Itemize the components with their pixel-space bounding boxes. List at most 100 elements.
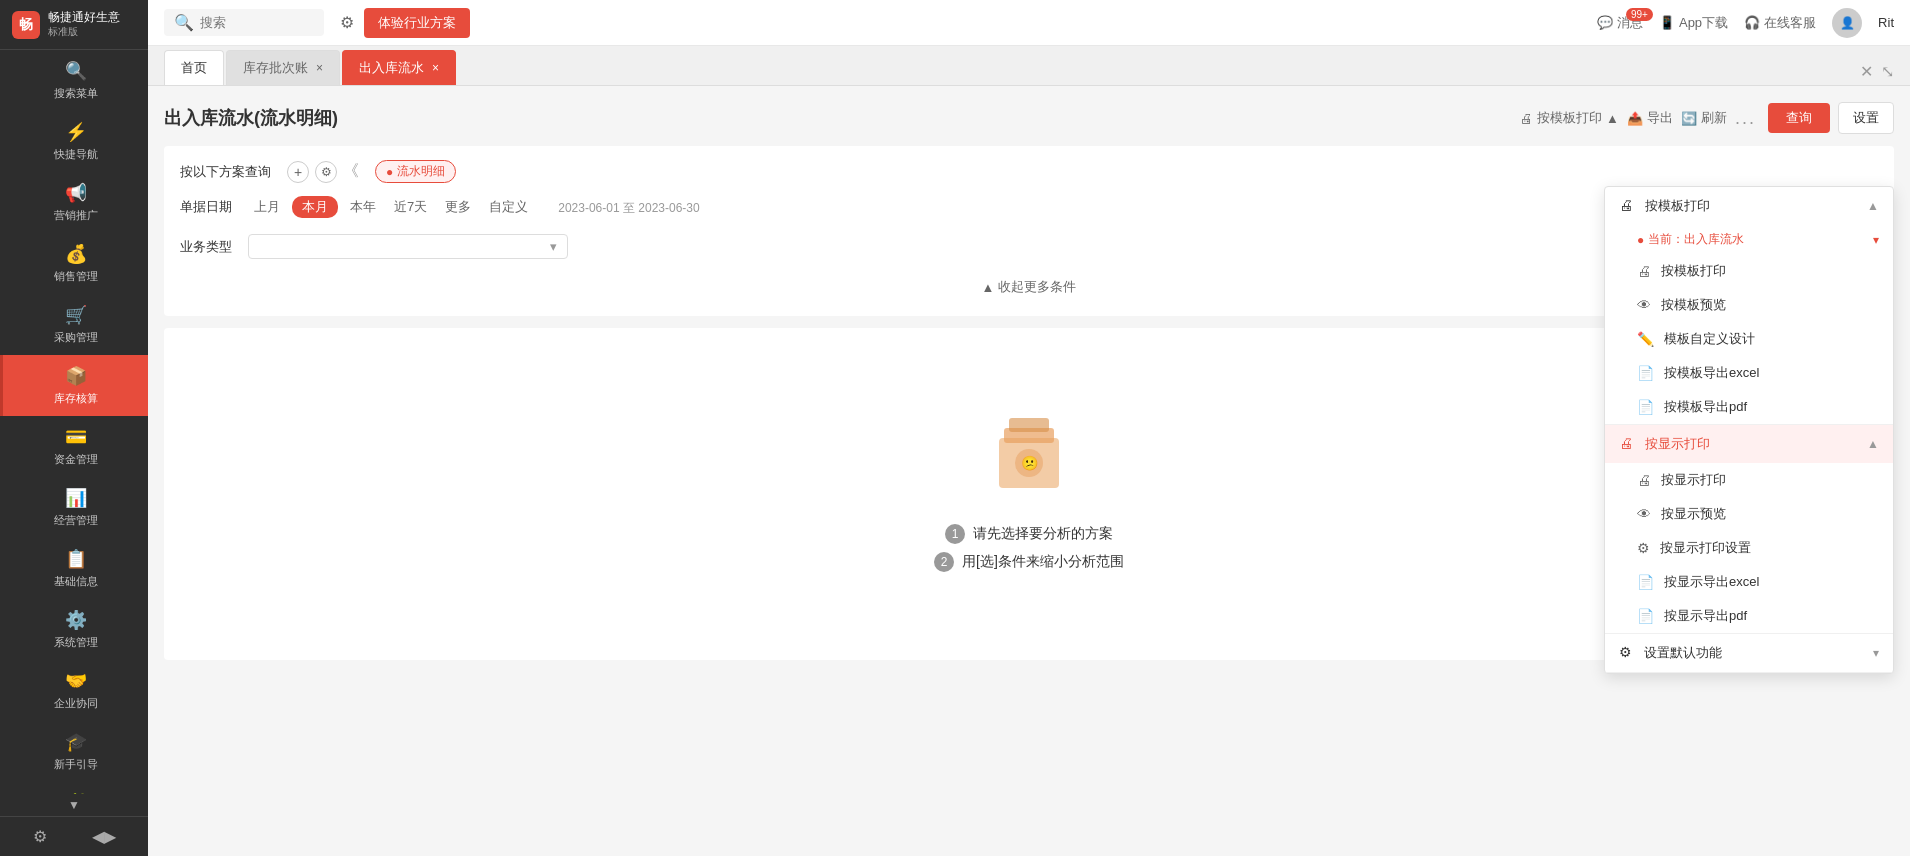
tab-close-all-icon[interactable]: ✕ [1860, 62, 1873, 81]
sidebar-footer: ⚙ ◀▶ [0, 816, 148, 856]
display-settings-sub-icon: ⚙ [1637, 540, 1650, 556]
dropdown-display-preview-item[interactable]: 👁 按显示预览 [1605, 497, 1893, 531]
business-type-select[interactable]: ▾ [248, 234, 568, 259]
display-excel-sub-icon: 📄 [1637, 574, 1654, 590]
tab-batch-account-label: 库存批次账 [243, 59, 308, 77]
sidebar-scroll-down[interactable]: ▼ [0, 794, 148, 816]
date-filter: 上月 本月 本年 近7天 更多 自定义 [248, 196, 534, 218]
current-chevron-down: ▾ [1873, 233, 1879, 247]
sidebar-item-finance[interactable]: 💳 资金管理 [0, 416, 148, 477]
dropdown-display-export-excel-item[interactable]: 📄 按显示导出excel [1605, 565, 1893, 599]
display-print-icon: 🖨 [1619, 435, 1633, 451]
sidebar-settings-icon[interactable]: ⚙ [33, 827, 47, 846]
tab-inventory-flow[interactable]: 出入库流水 × [342, 50, 456, 85]
filter-tag-icon: ● [386, 165, 393, 179]
money-icon: 💰 [65, 243, 87, 265]
dropdown-template-print-header[interactable]: 🖨 按模板打印 ▲ [1605, 187, 1893, 225]
preview-sub-icon: 👁 [1637, 297, 1651, 313]
dropdown-template-export-pdf-item[interactable]: 📄 按模板导出pdf [1605, 390, 1893, 424]
sidebar-logo: 畅 畅捷通好生意 标准版 [0, 0, 148, 50]
topbar-gear-icon[interactable]: ⚙ [340, 13, 354, 32]
tab-batch-account[interactable]: 库存批次账 × [226, 50, 340, 85]
username[interactable]: Rit [1878, 15, 1894, 30]
sidebar-item-search[interactable]: 🔍 搜索菜单 [0, 50, 148, 111]
query-button[interactable]: 查询 [1768, 103, 1830, 133]
print-sub-icon: 🖨 [1637, 263, 1651, 279]
sidebar-item-marketing[interactable]: 📢 营销推广 [0, 172, 148, 233]
sidebar-item-sales[interactable]: 💰 销售管理 [0, 233, 148, 294]
dropdown-default-settings-header[interactable]: ⚙ 设置默认功能 ▾ [1605, 634, 1893, 672]
tab-inventory-flow-label: 出入库流水 [359, 59, 424, 77]
date-last-month[interactable]: 上月 [248, 196, 286, 218]
search-input[interactable] [200, 15, 300, 30]
display-preview-sub-icon: 👁 [1637, 506, 1651, 522]
sidebar-item-operations[interactable]: 📊 经营管理 [0, 477, 148, 538]
more-actions-button[interactable]: ... [1735, 108, 1756, 129]
refresh-button[interactable]: 🔄 刷新 [1681, 109, 1727, 127]
active-filter-tag[interactable]: ● 流水明细 [375, 160, 456, 183]
sidebar: 畅 畅捷通好生意 标准版 🔍 搜索菜单 ⚡ 快捷导航 📢 营销推广 💰 销售管理… [0, 0, 148, 856]
date-last-7-days[interactable]: 近7天 [388, 196, 433, 218]
sidebar-item-app-center[interactable]: 🧩 应用中心 [0, 782, 148, 794]
dropdown-display-print-header[interactable]: 🖨 按显示打印 ▲ [1605, 425, 1893, 463]
avatar[interactable]: 👤 [1832, 8, 1862, 38]
business-type-chevron: ▾ [550, 239, 557, 254]
online-service-button[interactable]: 🎧 在线客服 [1744, 14, 1816, 32]
filter-section-label: 按以下方案查询 [180, 163, 271, 181]
clipboard-icon: 📋 [65, 548, 87, 570]
settings-button[interactable]: 设置 [1838, 102, 1894, 134]
sidebar-item-basic-info[interactable]: 📋 基础信息 [0, 538, 148, 599]
app-download-button[interactable]: 📱 App下载 [1659, 14, 1728, 32]
dropdown-display-print-settings-item[interactable]: ⚙ 按显示打印设置 [1605, 531, 1893, 565]
filter-setting-button[interactable]: ⚙ [315, 161, 337, 183]
guide-icon: 🎓 [65, 731, 87, 753]
tab-expand-icon[interactable]: ⤡ [1881, 62, 1894, 81]
filter-collapse-button[interactable]: 《 [343, 161, 359, 182]
display-print-sub-icon: 🖨 [1637, 472, 1651, 488]
date-custom[interactable]: 自定义 [483, 196, 534, 218]
sidebar-item-purchase[interactable]: 🛒 采购管理 [0, 294, 148, 355]
search-icon: 🔍 [174, 13, 194, 32]
printer-icon: 🖨 [1619, 197, 1633, 213]
tab-inventory-flow-close[interactable]: × [432, 62, 439, 74]
sidebar-item-guide[interactable]: 🎓 新手引导 [0, 721, 148, 782]
filter-add-button[interactable]: + [287, 161, 309, 183]
dropdown-template-preview-item[interactable]: 👁 按模板预览 [1605, 288, 1893, 322]
page-content: 出入库流水(流水明细) 🖨 按模板打印 ▲ 📤 导出 🔄 刷新 ... 查询 设… [148, 86, 1910, 856]
date-this-month[interactable]: 本月 [292, 196, 338, 218]
dropdown-template-print-section: 🖨 按模板打印 ▲ ● 当前：出入库流水 ▾ 🖨 按模板打印 👁 按模板预览 [1605, 187, 1893, 425]
dropdown-template-export-excel-item[interactable]: 📄 按模板导出excel [1605, 356, 1893, 390]
sidebar-item-cooperation[interactable]: 🤝 企业协同 [0, 660, 148, 721]
date-this-year[interactable]: 本年 [344, 196, 382, 218]
logo-text: 畅捷通好生意 标准版 [48, 10, 120, 40]
dropdown-default-settings-section: ⚙ 设置默认功能 ▾ [1605, 634, 1893, 673]
date-more[interactable]: 更多 [439, 196, 477, 218]
notification-button[interactable]: 💬 消息 99+ [1597, 14, 1643, 32]
svg-text:😕: 😕 [1021, 455, 1039, 472]
tab-home-label: 首页 [181, 59, 207, 77]
dropdown-display-print-item[interactable]: 🖨 按显示打印 [1605, 463, 1893, 497]
handshake-icon: 🤝 [65, 670, 87, 692]
search-box[interactable]: 🔍 [164, 9, 324, 36]
sidebar-item-quick-nav[interactable]: ⚡ 快捷导航 [0, 111, 148, 172]
svg-rect-2 [1009, 418, 1049, 432]
dropdown-display-export-pdf-item[interactable]: 📄 按显示导出pdf [1605, 599, 1893, 633]
refresh-icon: 🔄 [1681, 111, 1697, 126]
print-template-button[interactable]: 🖨 按模板打印 ▲ [1520, 109, 1619, 127]
industry-solution-button[interactable]: 体验行业方案 [364, 8, 470, 38]
sidebar-collapse-icon[interactable]: ◀▶ [92, 827, 116, 846]
sidebar-item-inventory[interactable]: 📦 库存核算 [0, 355, 148, 416]
current-doc-icon: ● [1637, 233, 1644, 247]
dropdown-template-custom-item[interactable]: ✏️ 模板自定义设计 [1605, 322, 1893, 356]
lightning-icon: ⚡ [65, 121, 87, 143]
export-button[interactable]: 📤 导出 [1627, 109, 1673, 127]
tab-home[interactable]: 首页 [164, 50, 224, 85]
dropdown-template-print-item[interactable]: 🖨 按模板打印 [1605, 254, 1893, 288]
tab-batch-account-close[interactable]: × [316, 62, 323, 74]
page-title: 出入库流水(流水明细) [164, 106, 338, 130]
sidebar-item-system[interactable]: ⚙️ 系统管理 [0, 599, 148, 660]
topbar: 🔍 ⚙ 体验行业方案 💬 消息 99+ 📱 App下载 🎧 在线客服 👤 Rit [148, 0, 1910, 46]
sidebar-nav: 🔍 搜索菜单 ⚡ 快捷导航 📢 营销推广 💰 销售管理 🛒 采购管理 📦 库存核… [0, 50, 148, 794]
step-1-number: 1 [945, 524, 965, 544]
pdf-sub-icon: 📄 [1637, 399, 1654, 415]
